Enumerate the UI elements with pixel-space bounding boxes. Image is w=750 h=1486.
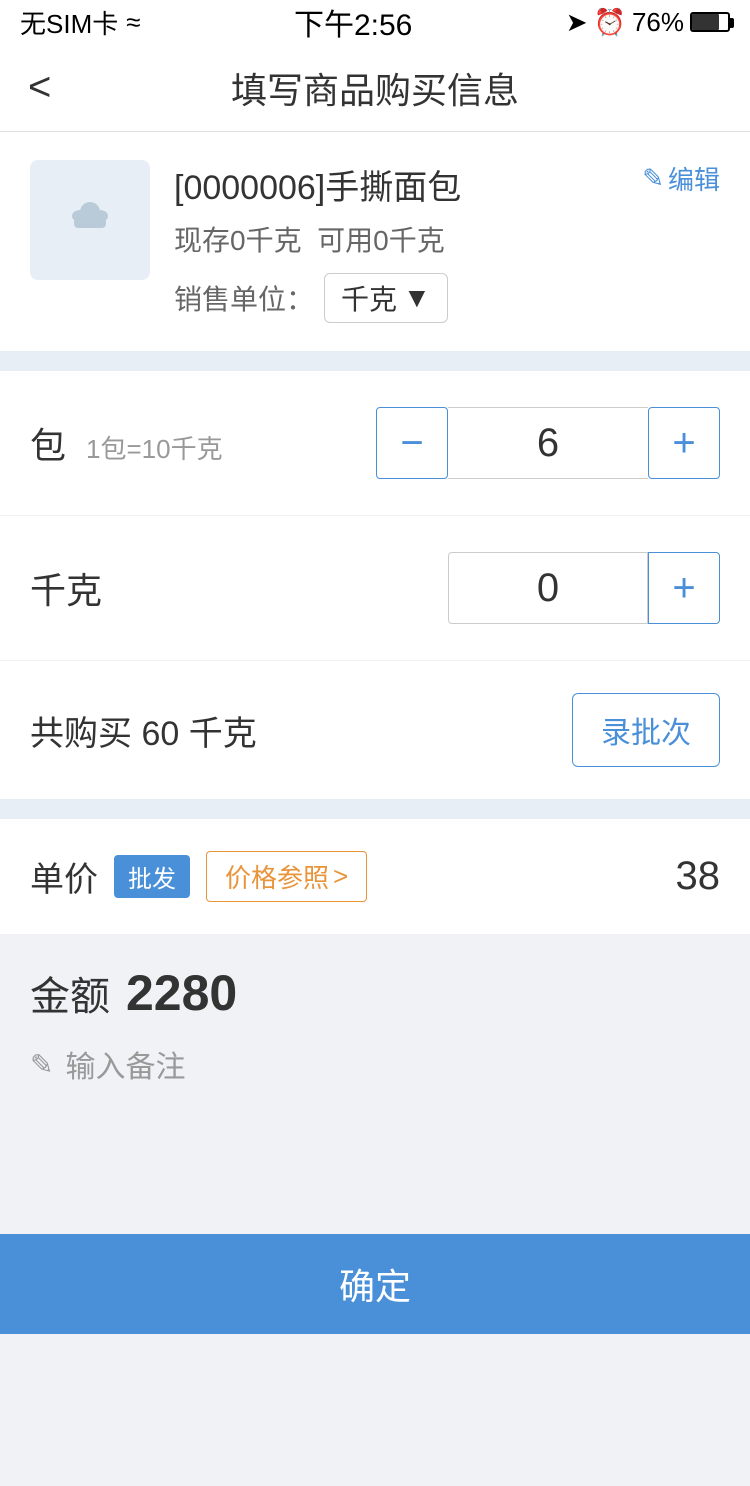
- price-label: 单价: [30, 852, 98, 901]
- price-badge: 批发: [114, 855, 190, 898]
- edit-icon: ✎: [642, 163, 664, 194]
- status-right: ➤ ⏰ 76%: [566, 7, 730, 38]
- wifi-icon: ≈: [126, 7, 140, 38]
- product-unit-row: 销售单位： 千克 ▼: [174, 273, 720, 323]
- qty-minus-button-bao[interactable]: −: [376, 407, 448, 479]
- qty-input-bao[interactable]: [448, 407, 648, 479]
- product-thumbnail: [30, 160, 150, 280]
- status-bar: 无SIM卡 ≈ 下午2:56 ➤ ⏰ 76%: [0, 0, 750, 44]
- amount-value: 2280: [126, 964, 237, 1022]
- qty-section: 包 1包=10千克 − + 千克 + 共购买 60 千克 录批次: [0, 371, 750, 799]
- edit-button[interactable]: ✎ 编辑: [642, 160, 720, 197]
- qty-control-bao: − +: [376, 407, 720, 479]
- nav-bar: < 填写商品购买信息: [0, 44, 750, 132]
- price-ref-label: 价格参照: [225, 858, 329, 895]
- batch-button[interactable]: 录批次: [572, 693, 720, 767]
- qty-row-kg: 千克 +: [0, 516, 750, 661]
- alarm-icon: ⏰: [594, 7, 626, 38]
- qty-hint-bao: 1包=10千克: [86, 434, 223, 464]
- total-label: 共购买 60 千克: [30, 706, 257, 755]
- price-ref-button[interactable]: 价格参照 >: [206, 851, 367, 902]
- amount-label: 金额: [30, 964, 110, 1022]
- product-stock: 现存0千克 可用0千克: [174, 219, 720, 259]
- confirm-button[interactable]: 确定: [0, 1234, 750, 1334]
- product-card: [0000006]手撕面包 ✎ 编辑 现存0千克 可用0千克 销售单位： 千克 …: [0, 132, 750, 351]
- pencil-icon: ✎: [30, 1048, 53, 1081]
- chevron-down-icon: ▼: [403, 282, 431, 314]
- price-section: 单价 批发 价格参照 > 38: [0, 819, 750, 934]
- product-name: [0000006]手撕面包: [174, 160, 461, 209]
- section-divider-2: [0, 799, 750, 819]
- amount-section: 金额 2280 ✎ 输入备注: [0, 934, 750, 1106]
- carrier-label: 无SIM卡: [20, 4, 118, 41]
- back-button[interactable]: <: [28, 65, 51, 110]
- price-value: 38: [676, 854, 721, 899]
- battery-label: 76%: [632, 7, 684, 38]
- page-title: 填写商品购买信息: [231, 62, 519, 114]
- unit-selector[interactable]: 千克 ▼: [324, 273, 448, 323]
- qty-control-kg: +: [448, 552, 720, 624]
- product-info: [0000006]手撕面包 ✎ 编辑 现存0千克 可用0千克 销售单位： 千克 …: [174, 160, 720, 323]
- price-ref-arrow-icon: >: [333, 861, 348, 892]
- qty-row-bao: 包 1包=10千克 − +: [0, 371, 750, 516]
- battery-icon: [690, 12, 730, 32]
- remark-row[interactable]: ✎ 输入备注: [30, 1042, 720, 1106]
- section-divider-1: [0, 351, 750, 371]
- qty-label-kg: 千克: [30, 562, 448, 614]
- amount-row: 金额 2280: [30, 964, 720, 1022]
- remark-placeholder: 输入备注: [65, 1042, 185, 1086]
- status-left: 无SIM卡 ≈: [20, 4, 141, 41]
- qty-plus-button-bao[interactable]: +: [648, 407, 720, 479]
- location-icon: ➤: [566, 7, 588, 38]
- qty-label-bao: 包 1包=10千克: [30, 417, 376, 469]
- qty-plus-button-kg[interactable]: +: [648, 552, 720, 624]
- time-label: 下午2:56: [294, 0, 412, 44]
- product-image-icon: [60, 190, 120, 250]
- qty-input-kg[interactable]: [448, 552, 648, 624]
- total-row: 共购买 60 千克 录批次: [0, 661, 750, 799]
